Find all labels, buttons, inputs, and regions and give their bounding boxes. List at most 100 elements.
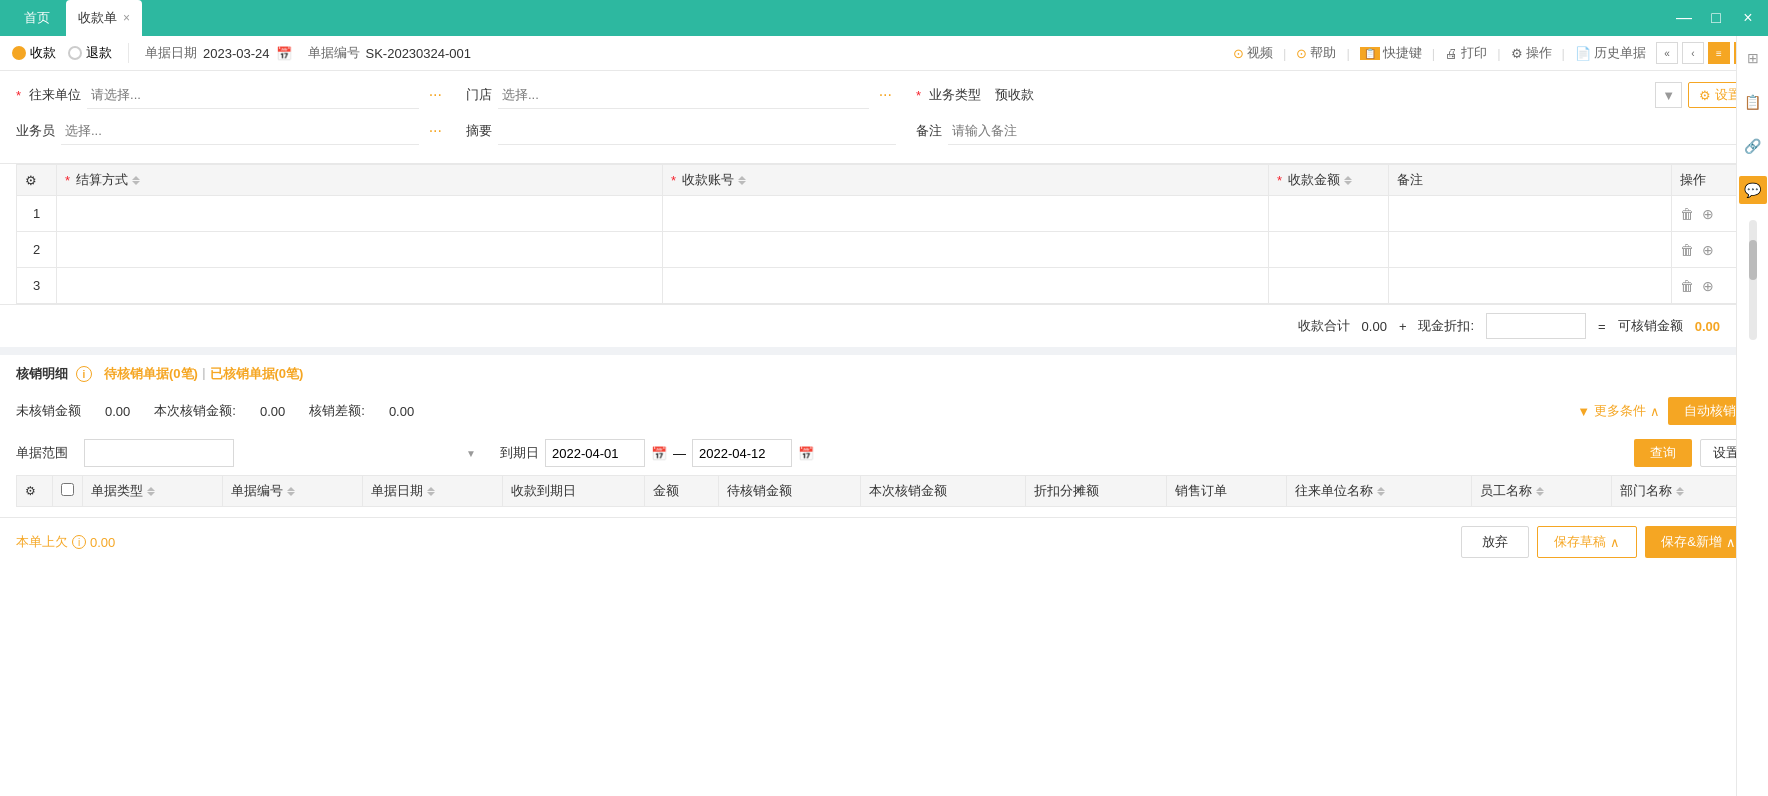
scrollbar-thumb — [1749, 240, 1757, 280]
th-settlement: * 结算方式 — [57, 165, 663, 196]
calendar-icon[interactable]: 📅 — [276, 46, 292, 61]
select-arrow-icon: ▼ — [466, 448, 476, 459]
th-settings[interactable]: ⚙ — [17, 165, 57, 196]
uncancelled-value: 0.00 — [105, 404, 130, 419]
nav-prev-prev[interactable]: « — [1656, 42, 1678, 64]
tab-bar: 首页 收款单 × — □ × — [0, 0, 1768, 36]
print-action[interactable]: 🖨 打印 — [1445, 44, 1487, 62]
partner-field: * 往来单位 ··· — [16, 81, 446, 109]
bth-type: 单据类型 — [83, 476, 223, 507]
shortcut-action[interactable]: 📋 快捷键 — [1360, 44, 1422, 62]
row-1-remark[interactable] — [1388, 196, 1671, 232]
bth-discount: 折扣分摊额 — [1025, 476, 1167, 507]
sidebar-doc-icon[interactable]: 📋 — [1739, 88, 1767, 116]
row-3-settlement[interactable] — [57, 268, 663, 304]
info-circle-icon[interactable]: i — [72, 535, 86, 549]
save-draft-btn[interactable]: 保存草稿 ∧ — [1537, 526, 1637, 558]
total-label: 收款合计 — [1298, 317, 1350, 335]
biz-type-dropdown[interactable]: ▼ — [1655, 82, 1682, 108]
history-action[interactable]: 📄 历史单据 — [1575, 44, 1646, 62]
row-2-amount[interactable] — [1268, 232, 1388, 268]
page-footer: 本单上欠 i 0.00 放弃 保存草稿 ∧ 保存&新增 ∧ — [0, 517, 1768, 566]
row-3-remark[interactable] — [1388, 268, 1671, 304]
summary-row: 收款合计 0.00 + 现金折扣: = 可核销金额 0.00 — [0, 304, 1768, 347]
calendar-from-icon[interactable]: 📅 — [651, 446, 667, 461]
tab-home[interactable]: 首页 — [8, 0, 66, 36]
nav-prev[interactable]: ‹ — [1682, 42, 1704, 64]
receipt-table: ⚙ * 结算方式 * — [16, 164, 1752, 304]
row-1-account[interactable] — [662, 196, 1268, 232]
discount-input[interactable] — [1486, 313, 1586, 339]
row-3-amount[interactable] — [1268, 268, 1388, 304]
range-select[interactable] — [84, 439, 234, 467]
row-2-account[interactable] — [662, 232, 1268, 268]
staff-field: 业务员 ··· — [16, 117, 446, 145]
abandon-btn[interactable]: 放弃 — [1461, 526, 1529, 558]
footer-info: 本单上欠 i 0.00 — [16, 533, 115, 551]
partner-required-mark: * — [16, 88, 21, 103]
radio-refund[interactable]: 退款 — [68, 44, 112, 62]
radio-receipt-label: 收款 — [30, 44, 56, 62]
date-to-input[interactable] — [692, 439, 792, 467]
store-more-btn[interactable]: ··· — [875, 86, 896, 104]
staff-more-btn[interactable]: ··· — [425, 122, 446, 140]
minimize-btn[interactable]: — — [1672, 9, 1696, 27]
footer-info-label: 本单上欠 — [16, 533, 68, 551]
bth-gear[interactable]: ⚙ — [17, 476, 53, 507]
row-2-delete-icon[interactable]: 🗑 — [1680, 242, 1694, 258]
form-row-2: 业务员 ··· 摘要 备注 — [16, 117, 1752, 145]
row-1-delete-icon[interactable]: 🗑 — [1680, 206, 1694, 222]
number-label: 单据编号 — [308, 44, 360, 62]
shortcut-icon: 📋 — [1360, 47, 1380, 60]
date-from-input[interactable] — [545, 439, 645, 467]
store-input[interactable] — [498, 81, 869, 109]
staff-label: 业务员 — [16, 122, 55, 140]
summary-field: 摘要 — [466, 117, 896, 145]
bottom-table-area: ⚙ 单据类型 单据编号 — [16, 475, 1752, 507]
sort-settlement[interactable] — [132, 176, 140, 185]
row-num-3: 3 — [17, 268, 57, 304]
row-1-settlement[interactable] — [57, 196, 663, 232]
row-3-copy-icon[interactable]: ⊕ — [1702, 278, 1714, 294]
sidebar-table-icon[interactable]: ⊞ — [1739, 44, 1767, 72]
calendar-to-icon[interactable]: 📅 — [798, 446, 814, 461]
pending-tab[interactable]: 待核销单据(0笔) — [100, 365, 202, 383]
operation-action[interactable]: ⚙ 操作 — [1511, 44, 1552, 62]
video-action[interactable]: ⊙ 视频 — [1233, 44, 1273, 62]
row-2-copy-icon[interactable]: ⊕ — [1702, 242, 1714, 258]
bth-checkbox[interactable] — [53, 476, 83, 507]
row-1-copy-icon[interactable]: ⊕ — [1702, 206, 1714, 222]
info-icon[interactable]: i — [76, 366, 92, 382]
row-1-amount[interactable] — [1268, 196, 1388, 232]
toolbar-right: ⊙ 视频 | ⊙ 帮助 | 📋 快捷键 | 🖨 打印 | ⚙ 操作 — [1233, 42, 1756, 64]
row-3-account[interactable] — [662, 268, 1268, 304]
date-value: 2023-03-24 — [203, 46, 270, 61]
query-btn[interactable]: 查询 — [1634, 439, 1692, 467]
row-2-settlement[interactable] — [57, 232, 663, 268]
th-account: * 收款账号 — [662, 165, 1268, 196]
sort-account[interactable] — [738, 176, 746, 185]
sidebar-link-icon[interactable]: 🔗 — [1739, 132, 1767, 160]
tab-close-btn[interactable]: × — [123, 0, 130, 36]
partner-more-btn[interactable]: ··· — [425, 86, 446, 104]
select-all-checkbox[interactable] — [61, 483, 74, 496]
remark-input[interactable] — [948, 117, 1752, 145]
nav-list[interactable]: ≡ — [1708, 42, 1730, 64]
sidebar-scrollbar[interactable] — [1749, 220, 1757, 340]
toolbar-divider-1 — [128, 43, 129, 63]
tab-active[interactable]: 收款单 × — [66, 0, 142, 36]
help-action[interactable]: ⊙ 帮助 — [1296, 44, 1336, 62]
sidebar-chat-icon[interactable]: 💬 — [1739, 176, 1767, 204]
radio-receipt[interactable]: 收款 — [12, 44, 56, 62]
partner-input[interactable] — [87, 81, 419, 109]
close-btn[interactable]: × — [1736, 9, 1760, 27]
sort-amount[interactable] — [1344, 176, 1352, 185]
more-conditions-btn[interactable]: ▼ 更多条件 ∧ — [1577, 402, 1660, 420]
row-2-remark[interactable] — [1388, 232, 1671, 268]
row-3-delete-icon[interactable]: 🗑 — [1680, 278, 1694, 294]
bth-staff: 员工名称 — [1471, 476, 1611, 507]
summary-input[interactable] — [498, 117, 896, 145]
maximize-btn[interactable]: □ — [1704, 9, 1728, 27]
done-tab[interactable]: 已核销单据(0笔) — [206, 365, 308, 383]
staff-input[interactable] — [61, 117, 419, 145]
